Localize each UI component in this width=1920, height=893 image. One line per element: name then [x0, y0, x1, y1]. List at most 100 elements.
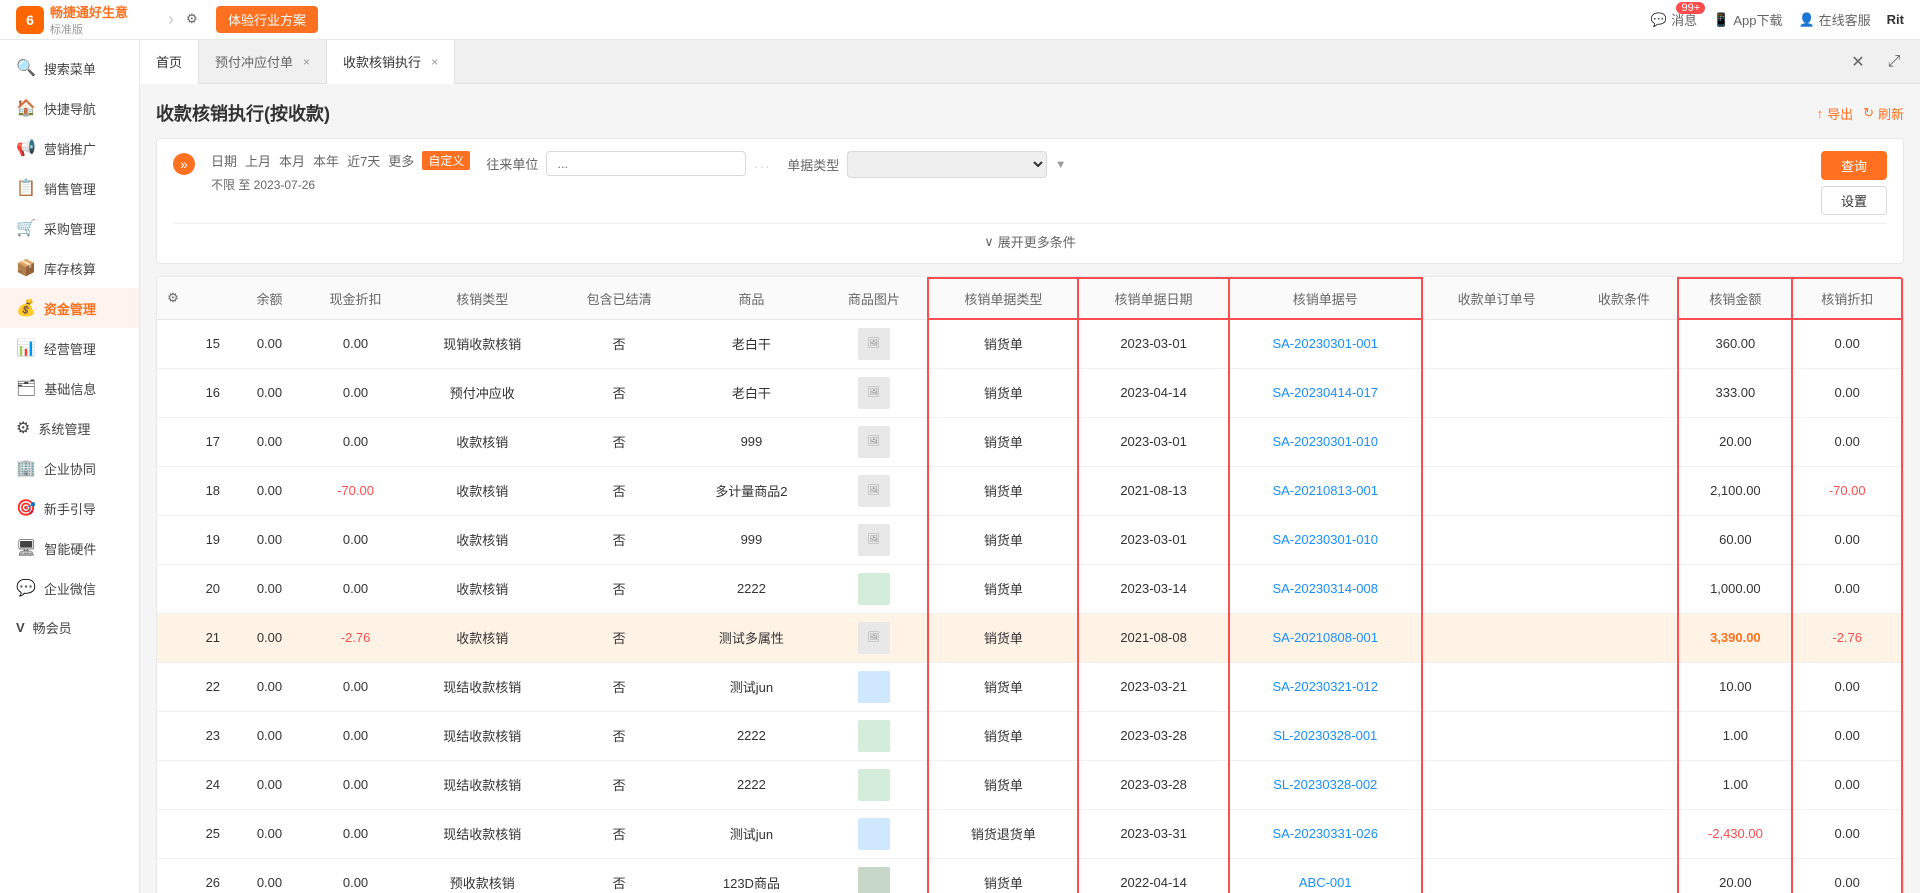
bill-no-link[interactable]: SA-20230321-012 — [1272, 679, 1378, 694]
message-btn[interactable]: 💬 消息 99+ — [1651, 10, 1697, 29]
cell-verify-type: 现结收款核销 — [409, 662, 556, 711]
sidebar-item-system[interactable]: ⚙ 系统管理 — [0, 408, 139, 448]
industry-btn[interactable]: 体验行业方案 — [216, 6, 318, 33]
setting-btn[interactable]: 设置 — [1821, 186, 1887, 215]
sidebar-item-guide[interactable]: 🎯 新手引导 — [0, 488, 139, 528]
date-more[interactable]: 更多 — [388, 151, 414, 170]
bill-type-label: 单据类型 — [787, 155, 839, 174]
tab-prepay[interactable]: 预付冲应付单 × — [199, 40, 327, 84]
goods-image: 🖼 — [858, 475, 890, 507]
sidebar-item-basic[interactable]: 🗂 基础信息 — [0, 368, 139, 408]
cell-verify-bill-date: 2021-08-08 — [1078, 613, 1228, 662]
date-this-month[interactable]: 本月 — [279, 151, 305, 170]
bill-no-link[interactable]: SL-20230328-001 — [1273, 728, 1377, 743]
cell-row-num: 17 — [189, 417, 237, 466]
cell-verify-bill-no[interactable]: SA-20230331-026 — [1229, 809, 1422, 858]
sidebar-item-finance[interactable]: 💰 资金管理 — [0, 288, 139, 328]
refresh-btn[interactable]: ↻ 刷新 — [1863, 104, 1904, 123]
sidebar-item-inventory[interactable]: 📦 库存核算 — [0, 248, 139, 288]
th-include-settled: 包含已结清 — [556, 278, 683, 319]
sidebar-item-corp[interactable]: 🏢 企业协同 — [0, 448, 139, 488]
bill-no-link[interactable]: ABC-001 — [1299, 875, 1352, 890]
sidebar-item-marketing[interactable]: 📢 营销推广 — [0, 128, 139, 168]
online-service-btn[interactable]: 👤 在线客服 — [1798, 10, 1870, 29]
receipt-tab-close[interactable]: × — [431, 55, 438, 69]
sidebar-item-wechat[interactable]: 💬 企业微信 — [0, 568, 139, 608]
settings-icon[interactable]: ⚙ — [186, 11, 204, 29]
partner-input[interactable] — [546, 151, 746, 176]
goods-image: 🖼 — [858, 426, 890, 458]
cell-verify-bill-no[interactable]: SA-20230301-001 — [1229, 319, 1422, 368]
app-download-btn[interactable]: 📱 App下载 — [1713, 10, 1782, 29]
app-name: 畅捷通好生意 — [50, 2, 128, 21]
cell-verify-bill-no[interactable]: SL-20230328-002 — [1229, 760, 1422, 809]
date-this-year[interactable]: 本年 — [313, 151, 339, 170]
cell-verify-amount: 1,000.00 — [1678, 564, 1792, 613]
user-name[interactable]: Rit — [1887, 12, 1904, 27]
th-balance: 余额 — [237, 278, 303, 319]
bill-no-link[interactable]: SA-20230314-008 — [1272, 581, 1378, 596]
bill-no-link[interactable]: SA-20230301-010 — [1272, 434, 1378, 449]
sidebar-item-search[interactable]: 🔍 搜索菜单 — [0, 48, 139, 88]
bill-no-link[interactable]: SA-20230331-026 — [1272, 826, 1378, 841]
goods-image: 🖼 — [858, 622, 890, 654]
goods-image — [858, 573, 890, 605]
cell-verify-bill-no[interactable]: SA-20210813-001 — [1229, 466, 1422, 515]
tab-home[interactable]: 首页 — [140, 40, 199, 84]
cell-goods-img: 🖼 — [820, 368, 928, 417]
cell-goods: 测试多属性 — [682, 613, 820, 662]
sidebar-item-purchase[interactable]: 🛒 采购管理 — [0, 208, 139, 248]
export-btn[interactable]: ↑ 导出 — [1817, 104, 1854, 123]
goods-image — [858, 818, 890, 850]
cell-verify-bill-no[interactable]: ABC-001 — [1229, 858, 1422, 893]
query-btn[interactable]: 查询 — [1821, 151, 1887, 180]
cell-verify-bill-no[interactable]: SA-20230414-017 — [1229, 368, 1422, 417]
maximize-tab-btn[interactable]: ⤢ — [1880, 48, 1908, 76]
cell-verify-discount: 0.00 — [1792, 760, 1902, 809]
cell-receipt-order-no — [1422, 760, 1571, 809]
filter-toggle-btn[interactable]: » — [173, 153, 195, 175]
th-verify-bill-no: 核销单据号 — [1229, 278, 1422, 319]
cell-verify-bill-no[interactable]: SA-20210808-001 — [1229, 613, 1422, 662]
date-7days[interactable]: 近7天 — [347, 151, 380, 170]
cell-verify-bill-no[interactable]: SA-20230301-010 — [1229, 515, 1422, 564]
bill-no-link[interactable]: SA-20230301-001 — [1272, 336, 1378, 351]
th-verify-bill-date: 核销单据日期 — [1078, 278, 1228, 319]
bill-no-link[interactable]: SA-20230414-017 — [1272, 385, 1378, 400]
search-icon: 🔍 — [16, 58, 36, 78]
bill-no-link[interactable]: SA-20210808-001 — [1272, 630, 1378, 645]
bill-no-link[interactable]: SL-20230328-002 — [1273, 777, 1377, 792]
bill-no-link[interactable]: SA-20210813-001 — [1272, 483, 1378, 498]
prepay-tab-close[interactable]: × — [303, 55, 310, 69]
th-settings[interactable]: ⚙ — [157, 278, 189, 319]
expand-more-btn[interactable]: ∨ 展开更多条件 — [173, 223, 1887, 251]
cell-row-num: 21 — [189, 613, 237, 662]
cell-verify-bill-no[interactable]: SA-20230301-010 — [1229, 417, 1422, 466]
sidebar-item-member[interactable]: V 畅会员 — [0, 608, 139, 647]
cell-verify-type: 现结收款核销 — [409, 760, 556, 809]
cell-verify-bill-no[interactable]: SA-20230321-012 — [1229, 662, 1422, 711]
date-last-month[interactable]: 上月 — [245, 151, 271, 170]
sidebar-item-hardware[interactable]: 🖥 智能硬件 — [0, 528, 139, 568]
cell-verify-type: 预付冲应收 — [409, 368, 556, 417]
page-actions: ↑ 导出 ↻ 刷新 — [1817, 104, 1904, 123]
cell-cash-discount: 0.00 — [302, 368, 408, 417]
cell-verify-amount: 60.00 — [1678, 515, 1792, 564]
cell-verify-bill-type: 销货单 — [928, 613, 1078, 662]
cell-verify-bill-no[interactable]: SL-20230328-001 — [1229, 711, 1422, 760]
th-receipt-condition: 收款条件 — [1570, 278, 1678, 319]
date-custom[interactable]: 自定义 — [422, 151, 470, 170]
table-row: 15 0.00 0.00 现销收款核销 否 老白干 🖼 销货单 2023-03-… — [157, 319, 1902, 368]
cell-cash-discount: -2.76 — [302, 613, 408, 662]
tab-receipt[interactable]: 收款核销执行 × — [327, 40, 455, 84]
sidebar-item-quick-nav[interactable]: 🏠 快捷导航 — [0, 88, 139, 128]
cell-verify-bill-no[interactable]: SA-20230314-008 — [1229, 564, 1422, 613]
bill-no-link[interactable]: SA-20230301-010 — [1272, 532, 1378, 547]
bill-type-select[interactable] — [847, 151, 1047, 178]
cell-goods-img — [820, 564, 928, 613]
sidebar-item-operation[interactable]: 📊 经营管理 — [0, 328, 139, 368]
close-tab-btn[interactable]: ✕ — [1844, 48, 1872, 76]
partner-filter-group: 往来单位 ... — [486, 151, 771, 176]
cell-goods-img: 🖼 — [820, 466, 928, 515]
sidebar-item-sales[interactable]: 📋 销售管理 — [0, 168, 139, 208]
